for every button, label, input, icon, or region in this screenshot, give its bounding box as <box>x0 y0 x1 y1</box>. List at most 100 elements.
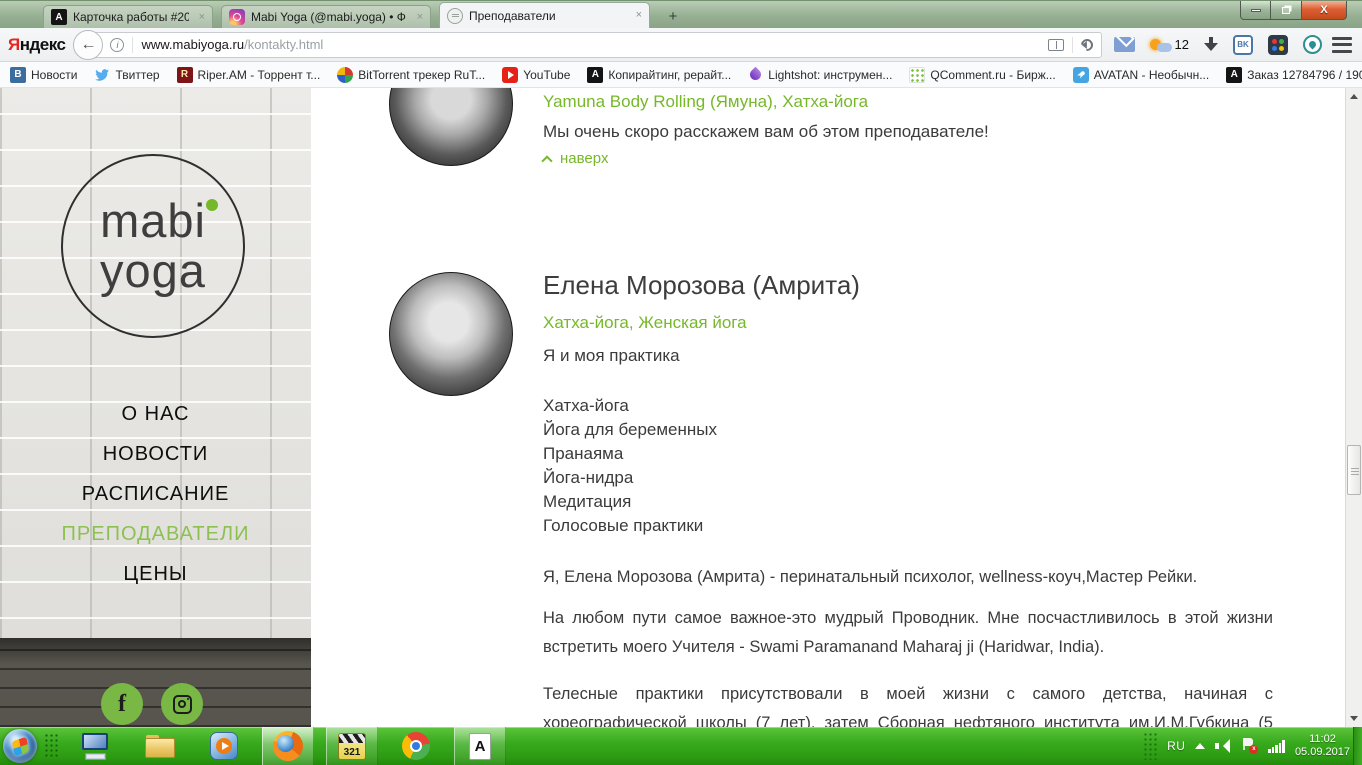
chevron-up-icon <box>541 155 553 167</box>
windows-taskbar: 321 А RU x 11:02 05.09.2017 <box>0 727 1362 765</box>
restore-button[interactable] <box>1271 1 1302 20</box>
taskbar-explorer[interactable] <box>134 727 186 765</box>
taskbar-media-player[interactable] <box>198 727 250 765</box>
tab-close-icon[interactable]: × <box>636 10 642 21</box>
taskbar-mpc[interactable]: 321 <box>326 727 378 765</box>
scrollbar-thumb[interactable] <box>1347 445 1361 495</box>
teacher-specialties[interactable]: Yamuna Body Rolling (Ямуна), Хатха-йога <box>543 92 1283 112</box>
bookmark-youtube[interactable]: YouTube <box>502 66 570 83</box>
menu-item-prices[interactable]: ЦЕНЫ <box>0 554 311 594</box>
practice-item: Йога-нидра <box>543 468 634 487</box>
tab-close-icon[interactable]: × <box>417 11 423 23</box>
language-indicator[interactable]: RU <box>1167 739 1185 753</box>
rutracker-icon <box>337 66 354 83</box>
bookmark-novosti[interactable]: В Новости <box>10 66 77 83</box>
drop-extension-icon[interactable] <box>1303 35 1322 54</box>
download-icon[interactable] <box>1204 36 1218 53</box>
tab-close-icon[interactable]: × <box>199 11 205 23</box>
reload-icon[interactable] <box>1077 36 1095 53</box>
minimize-icon <box>1250 8 1261 12</box>
bookmark-avatan[interactable]: AVATAN - Необычн... <box>1072 66 1209 83</box>
teacher-section-yamuna: Yamuna Body Rolling (Ямуна), Хатха-йога … <box>541 88 1283 169</box>
menu-item-about[interactable]: О НАС <box>0 394 311 434</box>
start-button[interactable] <box>3 729 37 763</box>
action-center-flag-icon[interactable]: x <box>1243 738 1259 754</box>
weather-extension[interactable]: 12 <box>1149 37 1189 52</box>
teacher-specialties[interactable]: Хатха-йога, Женская йога <box>543 313 1273 333</box>
logo-line-1: mabi <box>100 194 206 247</box>
show-desktop-button[interactable] <box>1353 727 1362 765</box>
tray-clock[interactable]: 11:02 05.09.2017 <box>1295 733 1350 759</box>
logo-line-2: yoga <box>100 244 206 297</box>
minimize-button[interactable] <box>1240 1 1271 20</box>
bookmark-riper[interactable]: R Riper.AM - Торрент т... <box>176 66 320 83</box>
taskbar-remote-desktop[interactable] <box>70 727 122 765</box>
back-button[interactable]: ← <box>73 29 104 60</box>
bookmark-lightshot[interactable]: Lightshot: инструмен... <box>747 66 892 83</box>
taskbar-apps: 321 А <box>70 727 506 765</box>
yandex-logo[interactable]: Яндекс <box>8 35 66 55</box>
vk-extension-icon[interactable]: BK <box>1233 34 1253 55</box>
address-bar[interactable]: i www.mabiyoga.ru/kontakty.html <box>89 31 1102 58</box>
close-button[interactable]: X <box>1302 1 1347 20</box>
qcomment-icon <box>909 66 926 83</box>
tab-title: Преподаватели <box>469 8 556 23</box>
close-icon: X <box>1320 4 1328 16</box>
scroll-up-button[interactable] <box>1346 88 1362 105</box>
teacher-photo-yamuna <box>389 88 513 166</box>
taskbar-advego[interactable]: А <box>454 727 506 765</box>
bookmark-rutracker[interactable]: BitTorrent трекер RuT... <box>337 66 485 83</box>
scroll-down-button[interactable] <box>1346 710 1362 727</box>
menu-item-news[interactable]: НОВОСТИ <box>0 434 311 474</box>
bookmark-qcomment[interactable]: QComment.ru - Бирж... <box>909 66 1056 83</box>
riper-icon: R <box>176 66 193 83</box>
lightshot-feather-icon <box>747 66 764 83</box>
system-tray: RU x 11:02 05.09.2017 <box>1143 727 1350 765</box>
tray-grip-dots <box>1143 732 1158 760</box>
practices-list: Хатха-йога Йога для беременных Пранаяма … <box>543 394 1273 538</box>
hidden-icons-arrow[interactable] <box>1195 738 1206 749</box>
taskbar-grip-dots <box>44 733 60 759</box>
tab-teachers-active[interactable]: Преподаватели × <box>439 2 650 28</box>
vertical-scrollbar[interactable] <box>1345 88 1362 727</box>
mail-extension-icon[interactable] <box>1113 37 1135 52</box>
back-arrow-icon: ← <box>80 35 97 53</box>
twitter-bird-icon <box>95 68 110 81</box>
bookmark-copywriting[interactable]: А Копирайтинг, рерайт... <box>587 66 731 83</box>
bookmark-twitter[interactable]: Твиттер <box>94 67 160 83</box>
practice-item: Медитация <box>543 492 632 511</box>
reader-mode-icon[interactable] <box>1047 38 1064 51</box>
taskbar-firefox-active[interactable] <box>262 727 314 765</box>
tray-time: 11:02 <box>1309 733 1336 745</box>
instagram-link[interactable] <box>161 683 203 725</box>
remote-desktop-icon <box>82 732 110 760</box>
teacher-photo-elena <box>389 272 513 396</box>
site-info-icon[interactable]: i <box>110 37 125 52</box>
site-menu: О НАС НОВОСТИ РАСПИСАНИЕ ПРЕПОДАВАТЕЛИ Ц… <box>0 394 311 594</box>
page-content: mabi yoga О НАС НОВОСТИ РАСПИСАНИЕ ПРЕПО… <box>0 88 1362 727</box>
network-signal-icon[interactable] <box>1268 739 1285 753</box>
tray-date: 05.09.2017 <box>1294 746 1350 758</box>
logo-green-dot <box>206 199 218 211</box>
browser-menu-icon[interactable] <box>1330 36 1354 54</box>
instagram-icon <box>172 694 192 714</box>
social-links: f <box>101 683 203 725</box>
teacher-section-elena: Елена Морозова (Амрита) Хатха-йога, Женс… <box>543 270 1273 727</box>
volume-icon[interactable] <box>1215 739 1233 753</box>
chrome-icon <box>402 732 430 760</box>
photo-editor-extension-icon[interactable] <box>1268 34 1288 55</box>
media-player-classic-icon: 321 <box>338 732 366 760</box>
bio-paragraph-3: Телесные практики присутствовали в моей … <box>543 685 1273 727</box>
tab-instagram[interactable]: Mabi Yoga (@mabi.yoga) • Ф × <box>221 5 431 28</box>
back-to-top-link[interactable]: наверх <box>541 149 1283 169</box>
menu-item-schedule[interactable]: РАСПИСАНИЕ <box>0 474 311 514</box>
arrow-up-icon <box>1350 90 1358 99</box>
bookmark-order[interactable]: АЗаказ 12784796 / 190.... <box>1226 66 1362 83</box>
tab-advego-order[interactable]: А Карточка работы #20097636 × <box>43 5 213 28</box>
menu-item-teachers[interactable]: ПРЕПОДАВАТЕЛИ <box>0 514 311 554</box>
new-tab-button[interactable]: + <box>660 8 686 26</box>
practice-item: Йога для беременных <box>543 420 717 439</box>
taskbar-chrome[interactable] <box>390 727 442 765</box>
facebook-link[interactable]: f <box>101 683 143 725</box>
advego-favicon-icon: А <box>51 9 67 25</box>
